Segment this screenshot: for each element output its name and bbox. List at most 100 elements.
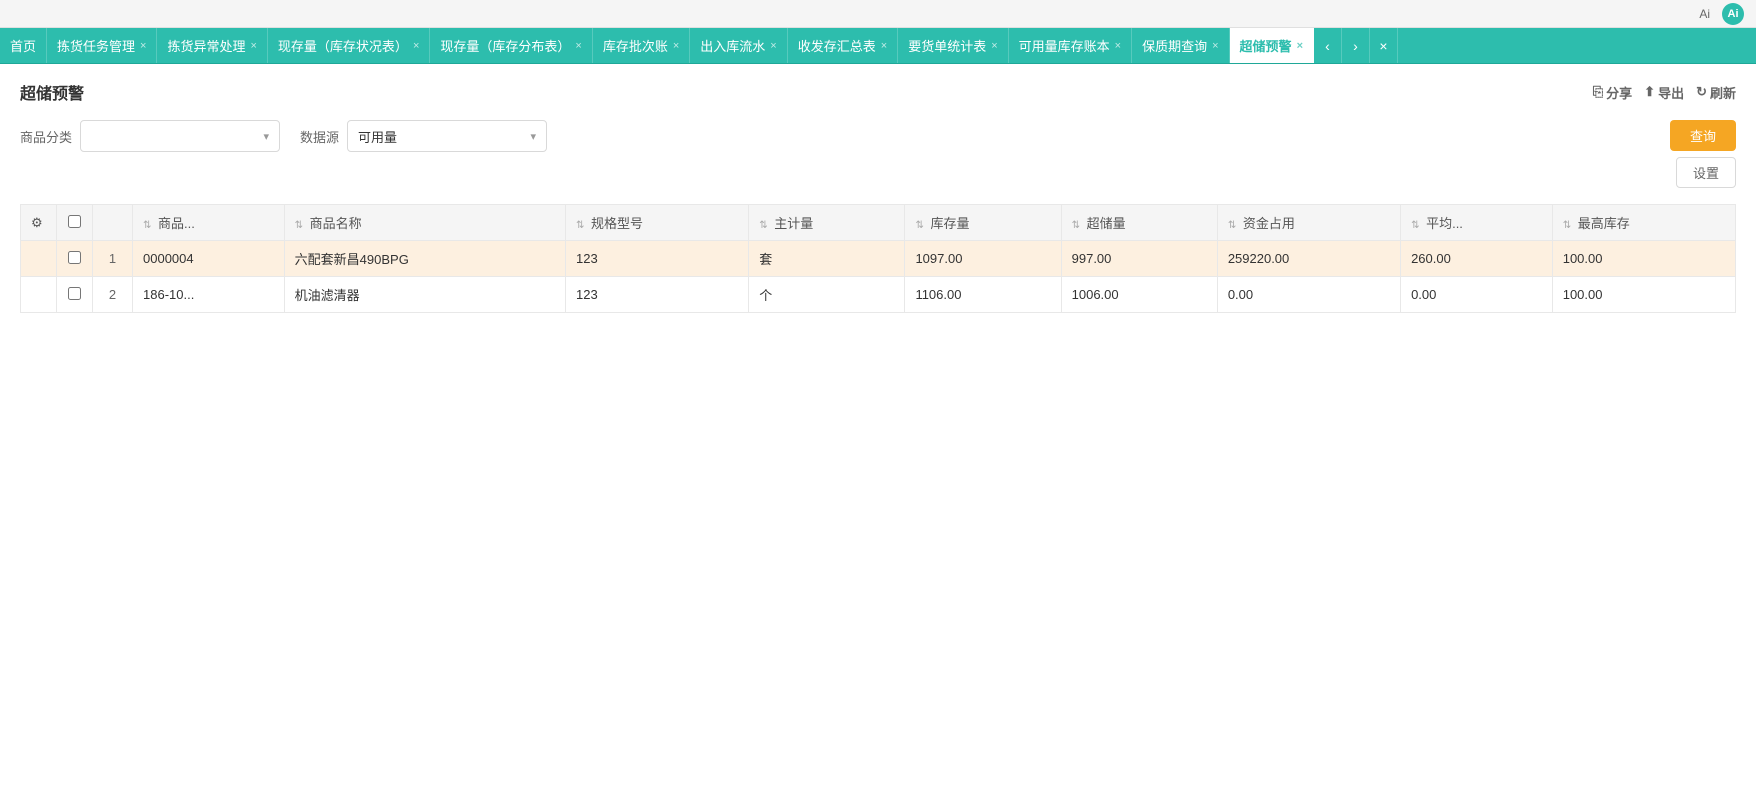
nav-inventory-dist[interactable]: 现存量（库存分布表） × [430, 28, 592, 63]
row-product-name-1: 机油滤清器 [284, 277, 565, 313]
row-stock-1: 1106.00 [905, 277, 1061, 313]
sort-icon3: ⇅ [576, 220, 584, 231]
row-max-stock-1: 100.00 [1552, 277, 1735, 313]
close-overstock-alert[interactable]: × [1297, 40, 1303, 52]
user-label: Ai [1699, 7, 1710, 21]
col-unit[interactable]: ⇅ 主计量 [749, 205, 905, 241]
sort-icon4: ⇅ [759, 220, 767, 231]
nav-inout-flow[interactable]: 出入库流水 × [690, 28, 787, 63]
nav-abnormal[interactable]: 拣货异常处理 × [157, 28, 267, 63]
datasource-select[interactable]: 可用量 ▾ [347, 120, 547, 152]
col-product-code[interactable]: ⇅ 商品... [133, 205, 285, 241]
close-task-mgmt[interactable]: × [140, 40, 146, 52]
row-select-1[interactable] [68, 287, 81, 300]
table-header: ⚙ ⇅ 商品... ⇅ 商品名称 ⇅ 规格型号 [21, 205, 1736, 241]
sort-icon: ⇅ [143, 220, 151, 231]
row-spec-1: 123 [566, 277, 749, 313]
nav-batch-account[interactable]: 库存批次账 × [593, 28, 690, 63]
data-table: ⚙ ⇅ 商品... ⇅ 商品名称 ⇅ 规格型号 [20, 204, 1736, 313]
col-max-stock[interactable]: ⇅ 最高库存 [1552, 205, 1735, 241]
col-row-num [93, 205, 133, 241]
filter-section: 商品分类 ▾ 数据源 可用量 ▾ 查询 设置 [20, 120, 1736, 188]
sort-icon2: ⇅ [295, 220, 303, 231]
row-gear-1 [21, 277, 57, 313]
refresh-button[interactable]: ↻ 刷新 [1696, 83, 1736, 102]
page-content: 超储预警 ⎘ 分享 ⬆ 导出 ↻ 刷新 商品分类 ▾ [0, 64, 1756, 329]
sort-icon6: ⇅ [1072, 220, 1080, 231]
col-avg[interactable]: ⇅ 平均... [1401, 205, 1553, 241]
row-capital-1: 0.00 [1217, 277, 1400, 313]
col-product-name[interactable]: ⇅ 商品名称 [284, 205, 565, 241]
row-max-stock-0: 100.00 [1552, 241, 1735, 277]
datasource-value: 可用量 [358, 127, 397, 146]
page-title-actions: ⎘ 分享 ⬆ 导出 ↻ 刷新 [1593, 83, 1736, 102]
close-order-stats[interactable]: × [991, 40, 997, 52]
chevron-down-icon: ▾ [263, 130, 269, 143]
nav-available-account[interactable]: 可用量库存账本 × [1009, 28, 1132, 63]
sort-icon5: ⇅ [915, 220, 923, 231]
row-avg-1: 0.00 [1401, 277, 1553, 313]
close-quality-check[interactable]: × [1212, 40, 1218, 52]
datasource-label: 数据源 [300, 127, 339, 146]
settings-button[interactable]: 设置 [1676, 157, 1736, 188]
category-select[interactable]: ▾ [80, 120, 280, 152]
nav-quality-check[interactable]: 保质期查询 × [1132, 28, 1229, 63]
table-row: 2 186-10... 机油滤清器 123 个 1106.00 1006.00 … [21, 277, 1736, 313]
col-capital[interactable]: ⇅ 资金占用 [1217, 205, 1400, 241]
row-unit-1: 个 [749, 277, 905, 313]
header-row: ⚙ ⇅ 商品... ⇅ 商品名称 ⇅ 规格型号 [21, 205, 1736, 241]
nav-order-stats[interactable]: 要货单统计表 × [898, 28, 1008, 63]
close-abnormal[interactable]: × [250, 40, 256, 52]
category-label: 商品分类 [20, 127, 72, 146]
close-collect-summary[interactable]: × [881, 40, 887, 52]
query-button[interactable]: 查询 [1670, 120, 1736, 151]
export-icon: ⬆ [1644, 84, 1655, 100]
table-body: 1 0000004 六配套新昌490BPG 123 套 1097.00 997.… [21, 241, 1736, 313]
col-stock[interactable]: ⇅ 库存量 [905, 205, 1061, 241]
close-inventory-status[interactable]: × [413, 40, 419, 52]
row-num-0: 1 [93, 241, 133, 277]
export-button[interactable]: ⬆ 导出 [1644, 83, 1684, 102]
row-avg-0: 260.00 [1401, 241, 1553, 277]
nav-next-arrow[interactable]: › [1342, 28, 1370, 63]
row-select-0[interactable] [68, 251, 81, 264]
page-title-row: 超储预警 ⎘ 分享 ⬆ 导出 ↻ 刷新 [20, 80, 1736, 104]
row-product-code-1: 186-10... [133, 277, 285, 313]
filter-bar: 商品分类 ▾ 数据源 可用量 ▾ [20, 120, 547, 152]
col-overstock[interactable]: ⇅ 超储量 [1061, 205, 1217, 241]
nav-prev-arrow[interactable]: ‹ [1314, 28, 1342, 63]
row-stock-0: 1097.00 [905, 241, 1061, 277]
sort-icon7: ⇅ [1228, 220, 1236, 231]
close-inventory-dist[interactable]: × [575, 40, 581, 52]
close-available-account[interactable]: × [1115, 40, 1121, 52]
nav-collect-summary[interactable]: 收发存汇总表 × [788, 28, 898, 63]
row-checkbox-0 [57, 241, 93, 277]
select-all-checkbox[interactable] [68, 215, 81, 228]
row-product-name-0: 六配套新昌490BPG [284, 241, 565, 277]
row-overstock-0: 997.00 [1061, 241, 1217, 277]
row-spec-0: 123 [566, 241, 749, 277]
nav-task-mgmt[interactable]: 拣货任务管理 × [47, 28, 157, 63]
row-gear-0 [21, 241, 57, 277]
refresh-icon: ↻ [1696, 84, 1707, 100]
action-buttons: 查询 设置 [1670, 120, 1736, 188]
gear-icon[interactable]: ⚙ [31, 215, 43, 230]
sort-icon8: ⇅ [1411, 220, 1419, 231]
col-spec[interactable]: ⇅ 规格型号 [566, 205, 749, 241]
close-batch-account[interactable]: × [673, 40, 679, 52]
nav-overstock-alert[interactable]: 超储预警 × [1230, 28, 1314, 63]
sort-icon9: ⇅ [1563, 220, 1571, 231]
col-select-all [57, 205, 93, 241]
nav-bar: 首页 拣货任务管理 × 拣货异常处理 × 现存量（库存状况表） × 现存量（库存… [0, 28, 1756, 64]
row-unit-0: 套 [749, 241, 905, 277]
share-button[interactable]: ⎘ 分享 [1593, 83, 1632, 102]
close-inout-flow[interactable]: × [770, 40, 776, 52]
nav-close-arrow[interactable]: × [1370, 28, 1398, 63]
row-num-1: 2 [93, 277, 133, 313]
nav-inventory-status[interactable]: 现存量（库存状况表） × [268, 28, 430, 63]
table-row: 1 0000004 六配套新昌490BPG 123 套 1097.00 997.… [21, 241, 1736, 277]
chevron-down-icon2: ▾ [531, 130, 537, 143]
top-bar: Ai Ai [0, 0, 1756, 28]
nav-home[interactable]: 首页 [0, 28, 47, 63]
row-overstock-1: 1006.00 [1061, 277, 1217, 313]
